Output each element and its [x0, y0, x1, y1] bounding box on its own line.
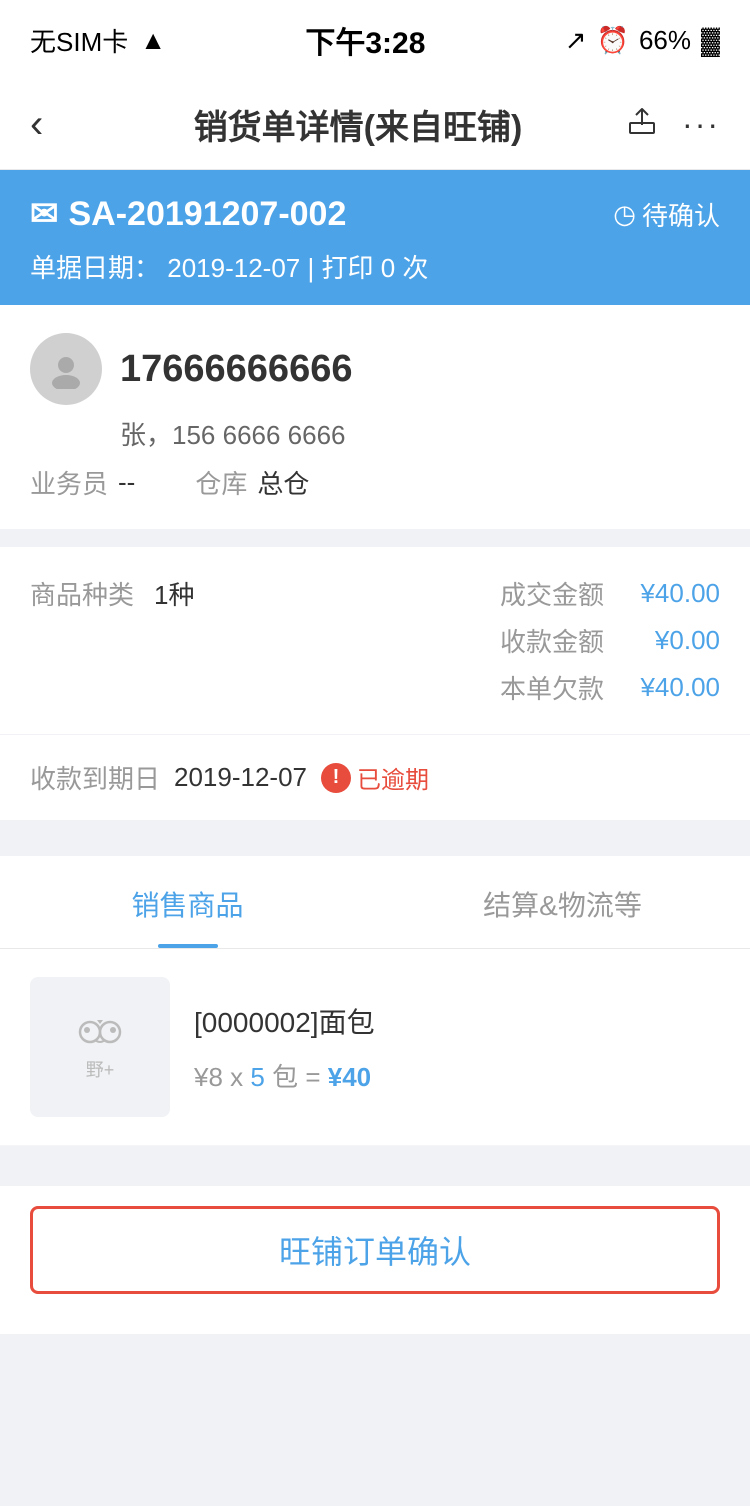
tabs-row: 销售商品 结算&物流等	[0, 856, 750, 949]
carrier-label: 无SIM卡	[30, 22, 128, 59]
bottom-spacer	[0, 1346, 750, 1506]
nav-actions: ···	[626, 105, 720, 144]
status-bar: 无SIM卡 ▲ 下午3:28 ↗ ⏰ 66% ▓	[0, 0, 750, 80]
overdue-icon: !	[321, 763, 351, 793]
product-name: [0000002]面包	[194, 1001, 720, 1041]
battery-icon: ▓	[701, 25, 720, 56]
due-date-section: 收款到期日 2019-12-07 ! 已逾期	[0, 734, 750, 820]
warehouse-item: 仓库 总仓	[195, 464, 309, 501]
product-thumbnail: 野+	[30, 977, 170, 1117]
tab-settlement[interactable]: 结算&物流等	[375, 856, 750, 948]
page-title: 销货单详情(来自旺铺)	[194, 100, 523, 149]
overdue-badge: ! 已逾期	[321, 760, 429, 795]
alarm-icon: ⏰	[597, 25, 629, 56]
customer-avatar	[30, 333, 102, 405]
amount-details: 成交金额 ¥40.00 收款金额 ¥0.00 本单欠款 ¥40.00	[500, 575, 720, 706]
tab-sales-products[interactable]: 销售商品	[0, 856, 375, 948]
owed-amount-row: 本单欠款 ¥40.00	[500, 669, 720, 706]
share-button[interactable]	[626, 105, 658, 144]
confirm-button-wrapper: 旺铺订单确认	[0, 1186, 750, 1334]
status-time: 下午3:28	[305, 18, 425, 62]
product-type: 商品种类 1种	[30, 575, 194, 612]
location-icon: ↗	[565, 25, 587, 56]
back-button[interactable]: ‹	[30, 102, 90, 147]
customer-meta: 业务员 -- 仓库 总仓	[30, 464, 720, 501]
confirm-order-button[interactable]: 旺铺订单确认	[30, 1206, 720, 1294]
header-card: ✉ SA-20191207-002 ◷ 待确认 单据日期： 2019-12-07…	[0, 170, 750, 305]
nav-bar: ‹ 销货单详情(来自旺铺) ···	[0, 80, 750, 170]
order-id: ✉ SA-20191207-002	[30, 194, 346, 234]
customer-name: 张，156 6666 6666	[120, 415, 720, 452]
divider-2	[0, 820, 750, 838]
product-calc: ¥8 x 5 包 = ¥40	[194, 1057, 720, 1094]
received-amount-row: 收款金额 ¥0.00	[500, 622, 720, 659]
battery-label: 66%	[639, 25, 691, 56]
order-status: ◷ 待确认	[613, 196, 720, 233]
order-date-info: 单据日期： 2019-12-07 | 打印 0 次	[30, 248, 720, 285]
wifi-icon: ▲	[140, 25, 166, 56]
status-left: 无SIM卡 ▲	[30, 22, 166, 59]
divider-1	[0, 529, 750, 547]
tabs-section: 销售商品 结算&物流等 野+ [000000	[0, 856, 750, 1146]
customer-phone: 17666666666	[120, 348, 352, 391]
deal-amount-row: 成交金额 ¥40.00	[500, 575, 720, 612]
customer-section: 17666666666 张，156 6666 6666 业务员 -- 仓库 总仓	[0, 305, 750, 529]
more-button[interactable]: ···	[682, 106, 720, 143]
order-id-icon: ✉	[30, 194, 59, 234]
status-clock-icon: ◷	[613, 199, 636, 230]
product-info: [0000002]面包 ¥8 x 5 包 = ¥40	[194, 1001, 720, 1094]
sales-item: 业务员 --	[30, 464, 135, 501]
status-right: ↗ ⏰ 66% ▓	[565, 25, 720, 56]
product-item: 野+ [0000002]面包 ¥8 x 5 包 = ¥40	[0, 949, 750, 1146]
amount-section: 商品种类 1种 成交金额 ¥40.00 收款金额 ¥0.00 本单欠款 ¥40.…	[0, 547, 750, 734]
